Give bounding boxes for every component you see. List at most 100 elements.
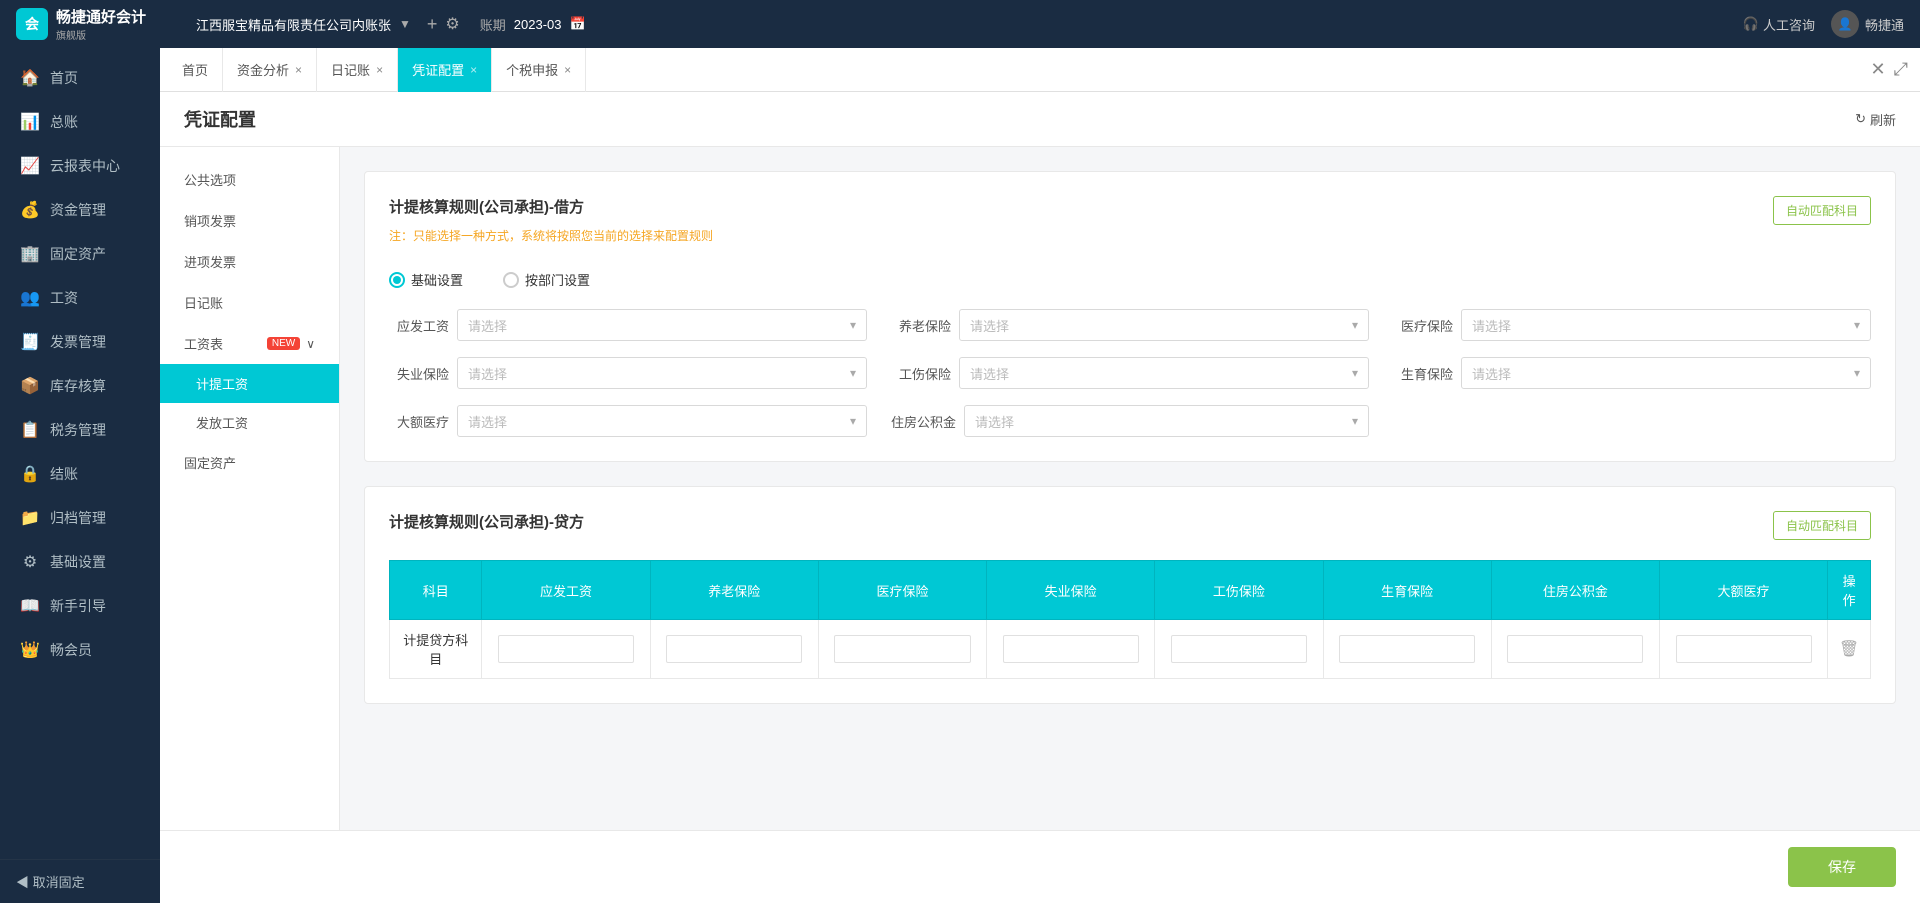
- sidebar-label-home: 首页: [50, 68, 78, 88]
- debit-auto-match-btn[interactable]: 自动匹配科目: [1773, 196, 1871, 225]
- select-shiye-placeholder: 请选择: [468, 364, 507, 383]
- user-info: 👤 畅捷通: [1831, 10, 1904, 38]
- radio-basic-circle: [389, 272, 405, 288]
- sidebar-item-invoice[interactable]: 🧾 发票管理: [0, 320, 160, 364]
- archive-icon: 📁: [20, 508, 40, 528]
- expand-btn[interactable]: ⤢: [1894, 59, 1908, 80]
- select-yanglao-placeholder: 请选择: [970, 316, 1009, 335]
- cancel-fixed-btn[interactable]: ◀ 取消固定: [0, 859, 160, 903]
- period-value: 2023-03: [514, 17, 562, 32]
- debit-section: 计提核算规则(公司承担)-借方 注：只能选择一种方式，系统将按照您当前的选择来配…: [364, 171, 1896, 462]
- tab-journal-close[interactable]: ×: [376, 63, 383, 77]
- input-gongjijin[interactable]: [1507, 635, 1643, 663]
- left-nav-public[interactable]: 公共选项: [160, 159, 339, 200]
- company-name: 江西服宝精品有限责任公司内账张: [196, 15, 391, 34]
- sidebar-item-funds[interactable]: 💰 资金管理: [0, 188, 160, 232]
- select-gongjijin-placeholder: 请选择: [975, 412, 1014, 431]
- tab-tax-report[interactable]: 个税申报 ×: [492, 48, 586, 92]
- select-gongshang-arrow: ▾: [1352, 366, 1358, 380]
- left-nav-fixed-assets[interactable]: 固定资产: [160, 442, 339, 483]
- left-nav-journal[interactable]: 日记账: [160, 282, 339, 323]
- col-yiliao: 医疗保险: [818, 561, 986, 620]
- radio-dept-circle: [503, 272, 519, 288]
- credit-section-title: 计提核算规则(公司承担)-贷方: [389, 511, 584, 532]
- cell-gongshang-input-td: [1155, 620, 1323, 679]
- sidebar-item-settings[interactable]: ⚙ 基础设置: [0, 540, 160, 584]
- input-yiliao[interactable]: [834, 635, 970, 663]
- select-shiye[interactable]: 请选择 ▾: [457, 357, 867, 389]
- select-yiliao[interactable]: 请选择 ▾: [1461, 309, 1871, 341]
- sidebar-item-archive[interactable]: 📁 归档管理: [0, 496, 160, 540]
- settings-icon[interactable]: ⚙: [445, 14, 459, 34]
- sidebar-label-tax: 税务管理: [50, 420, 106, 440]
- select-shengyu-arrow: ▾: [1854, 366, 1860, 380]
- select-dae-yiliao[interactable]: 请选择 ▾: [457, 405, 867, 437]
- input-gongshang[interactable]: [1171, 635, 1307, 663]
- vip-icon: 👑: [20, 640, 40, 660]
- select-yanglao[interactable]: 请选择 ▾: [959, 309, 1369, 341]
- left-nav-accrual-salary[interactable]: 计提工资: [160, 364, 339, 403]
- ai-consult-btn[interactable]: 🎧 人工咨询: [1743, 15, 1815, 34]
- close-all-tabs-btn[interactable]: ✕: [1871, 59, 1886, 80]
- input-shengyu[interactable]: [1339, 635, 1475, 663]
- sidebar-item-reports[interactable]: 📈 云报表中心: [0, 144, 160, 188]
- tab-tax-report-label: 个税申报: [506, 60, 558, 79]
- select-yingfa[interactable]: 请选择 ▾: [457, 309, 867, 341]
- sidebar-item-close[interactable]: 🔒 结账: [0, 452, 160, 496]
- sidebar-item-home[interactable]: 🏠 首页: [0, 56, 160, 100]
- add-account-btn[interactable]: +: [427, 14, 438, 35]
- user-name: 畅捷通: [1865, 15, 1904, 34]
- select-yingfa-arrow: ▾: [850, 318, 856, 332]
- app-logo: 会 畅捷通好会计 旗舰版: [16, 6, 176, 42]
- tab-voucher-config[interactable]: 凭证配置 ×: [398, 48, 492, 92]
- sidebar-item-salary[interactable]: 👥 工资: [0, 276, 160, 320]
- sidebar-item-assets[interactable]: 🏢 固定资产: [0, 232, 160, 276]
- field-gongshang: 工伤保险 请选择 ▾: [891, 357, 1369, 389]
- headset-icon: 🎧: [1743, 16, 1759, 32]
- radio-basic-settings[interactable]: 基础设置: [389, 270, 463, 289]
- field-yiliao: 医疗保险 请选择 ▾: [1393, 309, 1871, 341]
- left-nav-purchase-invoice[interactable]: 进项发票: [160, 241, 339, 282]
- calendar-icon[interactable]: 📅: [570, 16, 586, 32]
- radio-dept-settings[interactable]: 按部门设置: [503, 270, 590, 289]
- sidebar-item-tax[interactable]: 📋 税务管理: [0, 408, 160, 452]
- left-nav-salary-table-group[interactable]: 工资表 NEW ∨: [160, 323, 339, 364]
- left-nav-pay-salary[interactable]: 发放工资: [160, 403, 339, 442]
- col-shengyu: 生育保险: [1323, 561, 1491, 620]
- col-action: 操作: [1828, 561, 1871, 620]
- input-yingfa[interactable]: [498, 635, 634, 663]
- input-yanglao[interactable]: [666, 635, 802, 663]
- ledger-icon: 📊: [20, 112, 40, 132]
- tab-journal[interactable]: 日记账 ×: [317, 48, 398, 92]
- tab-voucher-config-close[interactable]: ×: [470, 63, 477, 77]
- cell-action: 🗑: [1828, 620, 1871, 679]
- tab-fund-analysis[interactable]: 资金分析 ×: [223, 48, 317, 92]
- tab-fund-analysis-close[interactable]: ×: [295, 63, 302, 77]
- select-yiliao-placeholder: 请选择: [1472, 316, 1511, 335]
- select-yiliao-arrow: ▾: [1854, 318, 1860, 332]
- sidebar-item-inventory[interactable]: 📦 库存核算: [0, 364, 160, 408]
- tab-journal-label: 日记账: [331, 60, 370, 79]
- select-gongjijin[interactable]: 请选择 ▾: [964, 405, 1369, 437]
- company-selector[interactable]: 江西服宝精品有限责任公司内账张 ▼ + ⚙ 账期 2023-03 📅: [176, 14, 1743, 35]
- label-yanglao: 养老保险: [891, 316, 951, 335]
- radio-group: 基础设置 按部门设置: [389, 270, 1871, 289]
- select-gongshang[interactable]: 请选择 ▾: [959, 357, 1369, 389]
- input-shiye[interactable]: [1003, 635, 1139, 663]
- input-dae-yiliao[interactable]: [1676, 635, 1812, 663]
- sidebar-item-ledger[interactable]: 📊 总账: [0, 100, 160, 144]
- tab-tax-report-close[interactable]: ×: [564, 63, 571, 77]
- company-dropdown-icon[interactable]: ▼: [399, 17, 411, 31]
- save-btn[interactable]: 保存: [1788, 847, 1896, 887]
- label-yingfa: 应发工资: [389, 316, 449, 335]
- select-shengyu[interactable]: 请选择 ▾: [1461, 357, 1871, 389]
- sidebar-item-vip[interactable]: 👑 畅会员: [0, 628, 160, 672]
- field-gongjijin: 住房公积金 请选择 ▾: [891, 405, 1369, 437]
- tab-home[interactable]: 首页: [168, 48, 223, 92]
- credit-auto-match-btn[interactable]: 自动匹配科目: [1773, 511, 1871, 540]
- inventory-icon: 📦: [20, 376, 40, 396]
- delete-row-btn[interactable]: 🗑: [1839, 639, 1859, 659]
- refresh-btn[interactable]: ↻ 刷新: [1855, 110, 1896, 129]
- left-nav-sales-invoice[interactable]: 销项发票: [160, 200, 339, 241]
- sidebar-item-guide[interactable]: 📖 新手引导: [0, 584, 160, 628]
